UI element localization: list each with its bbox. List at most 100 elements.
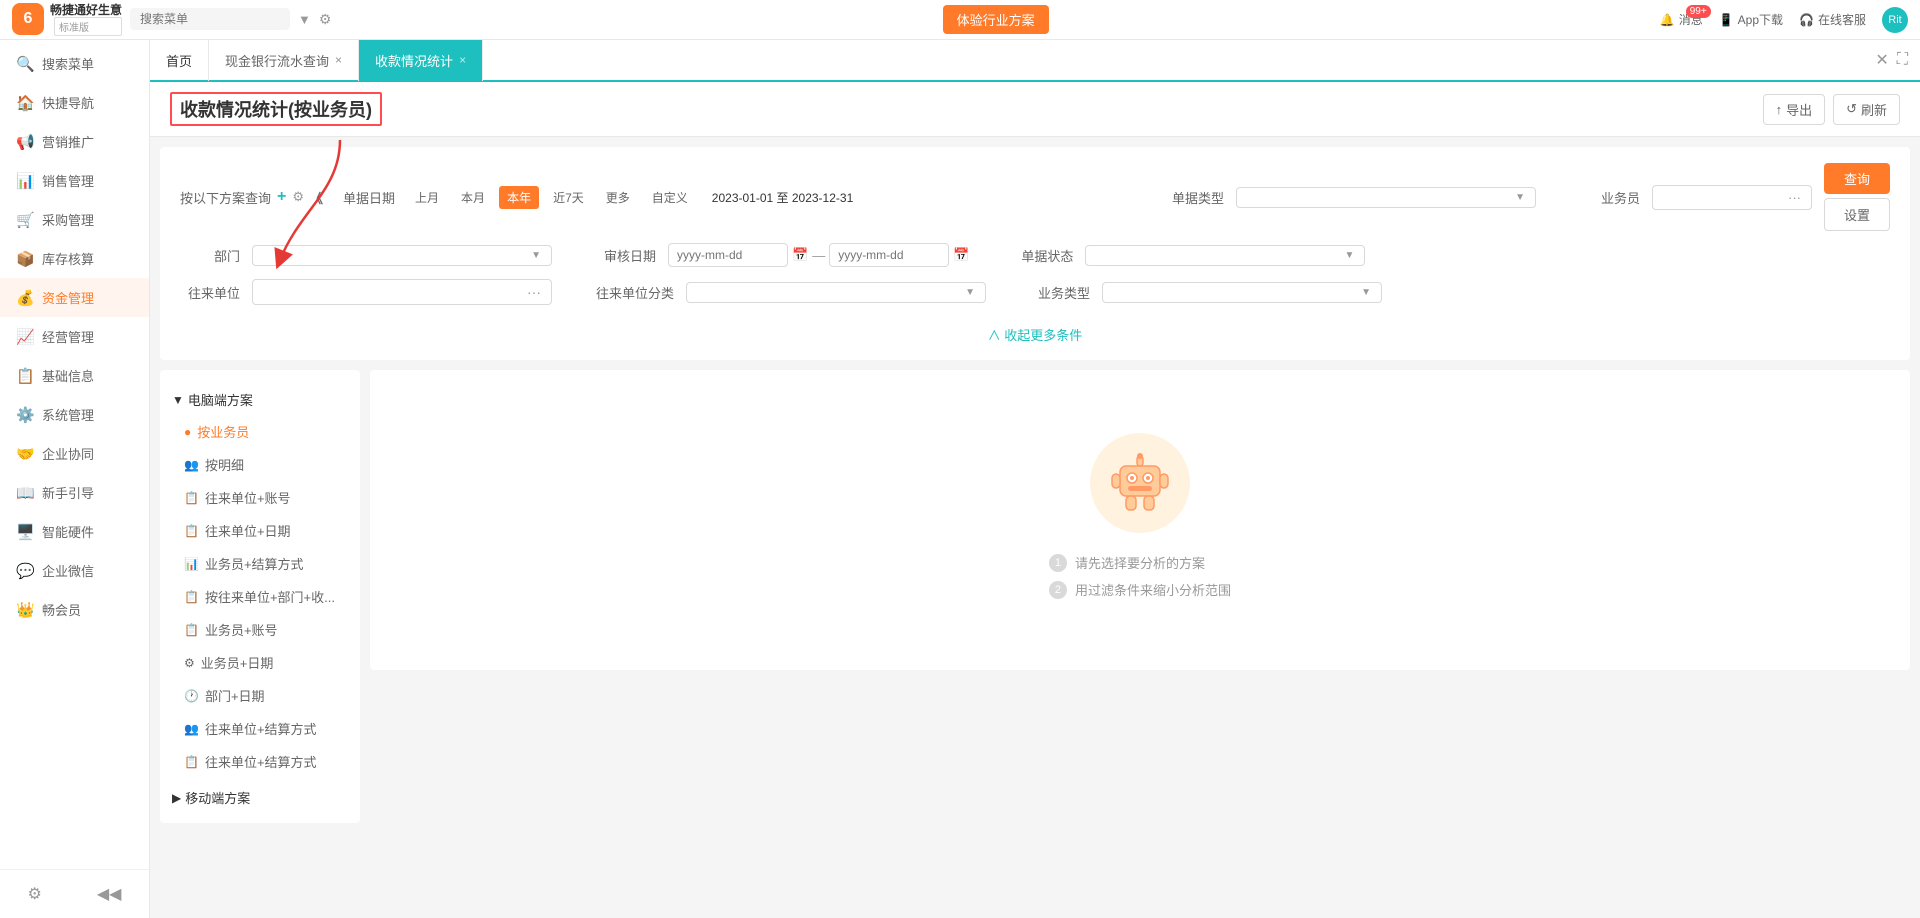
date-tab-7days[interactable]: 近7天 <box>545 186 592 209</box>
scheme-item-icon-9: 👥 <box>184 722 199 736</box>
sidebar-settings-btn[interactable]: ⚙ <box>22 878 48 910</box>
date-tab-this-year[interactable]: 本年 <box>499 186 539 209</box>
biz-type-select[interactable]: ▼ <box>1102 282 1382 303</box>
add-scheme-btn[interactable]: + <box>277 188 286 206</box>
scheme-collapse-btn[interactable]: 《 <box>310 188 323 207</box>
scheme-item-unit-settle-2[interactable]: 📋 往来单位+结算方式 <box>160 745 360 778</box>
settings-icon[interactable]: ⚙ <box>319 11 332 28</box>
sidebar-item-guide[interactable]: 📖 新手引导 <box>0 473 149 512</box>
hardware-icon: 🖥️ <box>16 523 34 541</box>
sidebar-item-search[interactable]: 🔍 搜索菜单 <box>0 44 149 83</box>
tab-receipts-close[interactable]: × <box>459 53 466 67</box>
sidebar-item-weixin[interactable]: 💬 企业微信 <box>0 551 149 590</box>
scheme-item-sales-account[interactable]: 📋 业务员+账号 <box>160 613 360 646</box>
doc-type-chevron: ▼ <box>1515 192 1525 203</box>
scheme-item-icon-6: 📋 <box>184 623 199 637</box>
scheme-gear-btn[interactable]: ⚙ <box>292 189 304 205</box>
scheme-item-sales-date[interactable]: ⚙ 业务员+日期 <box>160 646 360 679</box>
scheme-item-unit-settle-1[interactable]: 👥 往来单位+结算方式 <box>160 712 360 745</box>
message-badge: 99+ <box>1686 5 1711 18</box>
date-tab-custom[interactable]: 自定义 <box>644 186 696 209</box>
calendar-to-icon[interactable]: 📅 <box>953 247 969 263</box>
sidebar-item-finance[interactable]: 💰 资金管理 <box>0 278 149 317</box>
counterparty-type-label: 往来单位分类 <box>596 283 674 302</box>
export-button[interactable]: ↑ 导出 <box>1763 94 1826 125</box>
sidebar-item-quicknav[interactable]: 🏠 快捷导航 <box>0 83 149 122</box>
tab-cashbank[interactable]: 现金银行流水查询 × <box>209 40 359 81</box>
finance-icon: 💰 <box>16 289 34 307</box>
scheme-item-sales-settle[interactable]: 📊 业务员+结算方式 <box>160 547 360 580</box>
search-input[interactable] <box>130 8 290 30</box>
sidebar-item-member[interactable]: 👑 畅会员 <box>0 590 149 629</box>
sidebar-item-marketing[interactable]: 📢 营销推广 <box>0 122 149 161</box>
sidebar-item-basicinfo[interactable]: 📋 基础信息 <box>0 356 149 395</box>
scheme-item-unit-account[interactable]: 📋 往来单位+账号 <box>160 481 360 514</box>
empty-step-1: 1 请先选择要分析的方案 <box>1049 553 1231 572</box>
dropdown-icon[interactable]: ▼ <box>298 12 311 27</box>
review-date-to[interactable] <box>829 243 949 267</box>
scheme-item-salesperson[interactable]: ● 按业务员 <box>160 415 360 448</box>
calendar-from-icon[interactable]: 📅 <box>792 247 808 263</box>
tab-maximize-btn[interactable]: ⛶ <box>1897 51 1908 69</box>
user-avatar[interactable]: Rit <box>1882 7 1908 33</box>
doc-status-select[interactable]: ▼ <box>1085 245 1365 266</box>
counterparty-type-select[interactable]: ▼ <box>686 282 986 303</box>
content-area: ▼ 电脑端方案 ● 按业务员 👥 按明细 📋 <box>160 370 1910 823</box>
date-tab-last-month[interactable]: 上月 <box>407 186 447 209</box>
app-download-button[interactable]: 📱 App下载 <box>1719 11 1783 28</box>
tab-bar: 首页 现金银行流水查询 × 收款情况统计 × ✕ ⛶ <box>150 40 1920 82</box>
scheme-item-unit-date[interactable]: 📋 往来单位+日期 <box>160 514 360 547</box>
filter-panel: 按以下方案查询 + ⚙ 《 单据日期 上月 本月 本年 近7天 更多 自定义 <box>160 147 1910 360</box>
message-button[interactable]: 🔔 消息 99+ <box>1660 11 1703 28</box>
mobile-group-title[interactable]: ▶ 移动端方案 <box>160 782 360 813</box>
scheme-item-dept-date[interactable]: 🕐 部门+日期 <box>160 679 360 712</box>
page-actions: ↑ 导出 ↺ 刷新 <box>1763 94 1900 125</box>
tab-actions: ✕ ⛶ <box>1863 50 1920 70</box>
counterparty-input[interactable]: ··· <box>252 279 552 305</box>
scheme-item-icon-8: 🕐 <box>184 689 199 703</box>
tab-receipts[interactable]: 收款情况统计 × <box>359 40 483 81</box>
query-button[interactable]: 查询 <box>1824 163 1890 194</box>
search-nav-icon: 🔍 <box>16 55 34 73</box>
scheme-item-detail[interactable]: 👥 按明细 <box>160 448 360 481</box>
robot-svg <box>1110 448 1170 518</box>
pc-group-arrow: ▼ <box>172 393 184 407</box>
scheme-item-icon-0: ● <box>184 425 191 439</box>
doc-type-select[interactable]: ▼ <box>1236 187 1536 208</box>
purchase-icon: 🛒 <box>16 211 34 229</box>
sidebar: 🔍 搜索菜单 🏠 快捷导航 📢 营销推广 📊 销售管理 🛒 采购管理 📦 <box>0 40 150 918</box>
review-date-from[interactable] <box>668 243 788 267</box>
export-label: 导出 <box>1786 100 1812 119</box>
quicknav-icon: 🏠 <box>16 94 34 112</box>
salesperson-select[interactable]: ··· <box>1652 185 1812 210</box>
sidebar-item-sales[interactable]: 📊 销售管理 <box>0 161 149 200</box>
collapse-bar[interactable]: ∧ 收起更多条件 <box>180 317 1890 344</box>
online-service-button[interactable]: 🎧 在线客服 <box>1799 11 1866 28</box>
weixin-icon: 💬 <box>16 562 34 580</box>
sidebar-label-marketing: 营销推广 <box>42 132 94 151</box>
set-button[interactable]: 设置 <box>1824 198 1890 231</box>
step-num-2: 2 <box>1049 581 1067 599</box>
salesperson-more-icon: ··· <box>1788 190 1801 205</box>
tab-cashbank-close[interactable]: × <box>335 53 342 67</box>
sidebar-item-system[interactable]: ⚙️ 系统管理 <box>0 395 149 434</box>
tab-close-btn[interactable]: ✕ <box>1875 50 1888 70</box>
date-tab-this-month[interactable]: 本月 <box>453 186 493 209</box>
sidebar-item-hardware[interactable]: 🖥️ 智能硬件 <box>0 512 149 551</box>
scheme-item-label-6: 业务员+账号 <box>205 620 278 639</box>
scheme-item-icon-1: 👥 <box>184 458 199 472</box>
pc-group-title[interactable]: ▼ 电脑端方案 <box>160 384 360 415</box>
dept-select[interactable]: ▼ <box>252 245 552 266</box>
sidebar-item-purchase[interactable]: 🛒 采购管理 <box>0 200 149 239</box>
refresh-button[interactable]: ↺ 刷新 <box>1833 94 1900 125</box>
sidebar-item-collab[interactable]: 🤝 企业协同 <box>0 434 149 473</box>
refresh-icon: ↺ <box>1846 101 1857 117</box>
date-tab-more[interactable]: 更多 <box>598 186 638 209</box>
scheme-item-unit-dept[interactable]: 📋 按往来单位+部门+收... <box>160 580 360 613</box>
scheme-item-label-8: 部门+日期 <box>205 686 265 705</box>
sidebar-item-management[interactable]: 📈 经营管理 <box>0 317 149 356</box>
trial-button[interactable]: 体验行业方案 <box>943 5 1049 34</box>
sidebar-collapse-btn[interactable]: ◀◀ <box>91 878 128 910</box>
tab-home[interactable]: 首页 <box>150 40 209 81</box>
sidebar-item-inventory[interactable]: 📦 库存核算 <box>0 239 149 278</box>
